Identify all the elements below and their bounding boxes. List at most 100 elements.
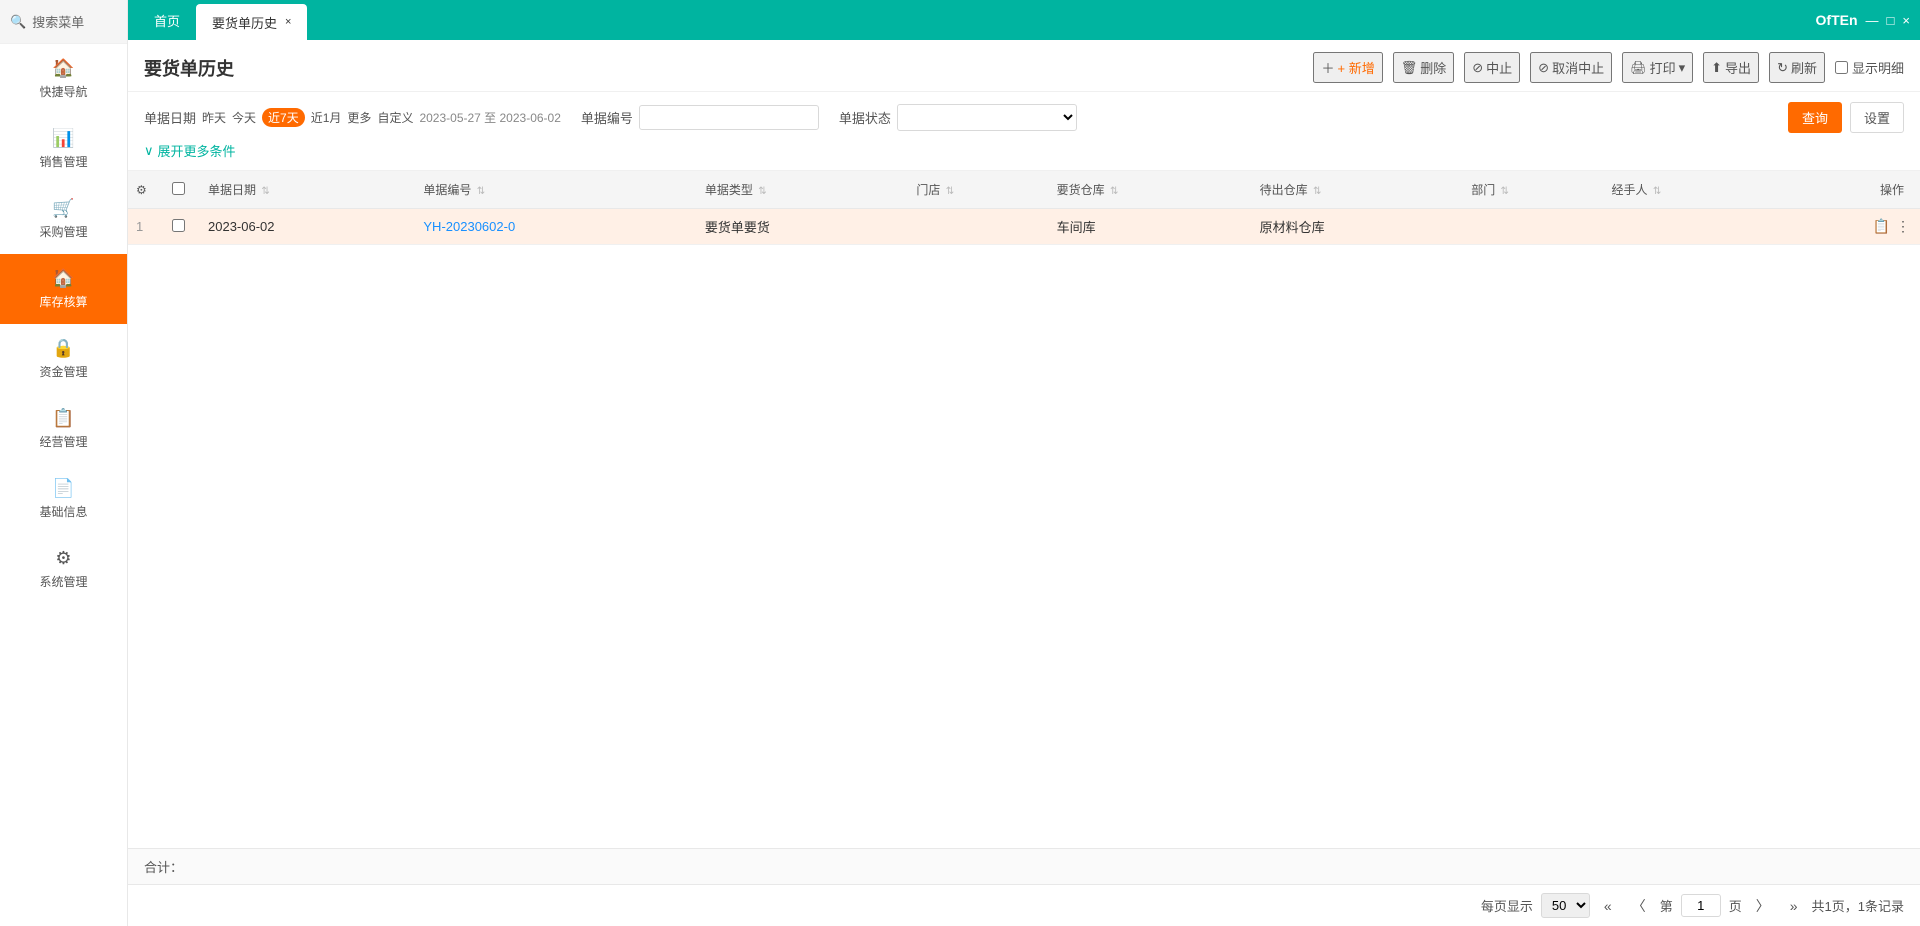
- col-doc-type[interactable]: 单据类型 ⇅: [697, 171, 909, 209]
- delete-button[interactable]: 🗑 删除: [1393, 52, 1455, 83]
- pagination: 每页显示 50 « 〈 第 1 页 〉 » 共1页，1条记录: [128, 884, 1920, 926]
- page-suffix: 页: [1729, 896, 1742, 915]
- export-icon: ⬆: [1711, 60, 1722, 76]
- summary-label: 合计：: [144, 860, 183, 875]
- shortcut-yesterday[interactable]: 昨天: [202, 109, 226, 126]
- col-actions: 操作: [1775, 171, 1920, 209]
- home-icon: 🏠: [52, 58, 74, 79]
- sidebar-item-label: 采购管理: [39, 223, 87, 240]
- per-page-select[interactable]: 50: [1541, 893, 1590, 918]
- col-pending-warehouse[interactable]: 待出仓库 ⇅: [1252, 171, 1464, 209]
- next-page-btn[interactable]: 〉: [1750, 894, 1776, 918]
- data-table: ⚙ 单据日期 ⇅ 单据编号 ⇅: [128, 171, 1920, 245]
- col-handler[interactable]: 经手人 ⇅: [1604, 171, 1776, 209]
- row-doc-no: YH-20230602-0: [415, 209, 696, 245]
- shortcut-custom[interactable]: 自定义: [377, 109, 413, 126]
- print-button[interactable]: 🖨 打印 ▾: [1622, 52, 1693, 83]
- sidebar-item-inventory[interactable]: 🏠 库存核算: [0, 254, 127, 324]
- cart-icon: 🛒: [52, 198, 74, 219]
- date-filter-item: 单据日期 昨天 今天 近7天 近1月 更多 自定义 2023-05-27 至 2…: [144, 108, 561, 127]
- doc-no-label: 单据编号: [581, 108, 633, 127]
- page-title: 要货单历史: [144, 55, 234, 81]
- search-icon: 🔍: [10, 14, 26, 30]
- docstatus-filter-item: 单据状态: [839, 104, 1077, 131]
- sidebar-item-label: 资金管理: [39, 363, 87, 380]
- shortcut-more[interactable]: 更多: [347, 109, 371, 126]
- row-actions-cell: 📋 ⋮: [1775, 209, 1920, 245]
- sidebar: 🔍 搜索菜单 🏠 快捷导航 📊 销售管理 🛒 采购管理 🏠 库存核算 🔒 资金管…: [0, 0, 128, 926]
- filter-row: 单据日期 昨天 今天 近7天 近1月 更多 自定义 2023-05-27 至 2…: [144, 102, 1904, 133]
- sidebar-item-basic-info[interactable]: 📄 基础信息: [0, 464, 127, 534]
- cancel-stop-icon: ⊘: [1538, 60, 1549, 76]
- doc-no-input[interactable]: [639, 105, 819, 130]
- sort-icon-doc-date: ⇅: [261, 186, 269, 197]
- sidebar-item-label: 快捷导航: [39, 83, 87, 100]
- print-icon: 🖨: [1630, 60, 1647, 76]
- sidebar-item-finance-mgmt[interactable]: 🔒 资金管理: [0, 324, 127, 394]
- last-page-btn[interactable]: »: [1784, 896, 1804, 916]
- doc-no-link[interactable]: YH-20230602-0: [423, 219, 515, 234]
- prev-page-btn[interactable]: 〈: [1626, 894, 1652, 918]
- col-req-warehouse[interactable]: 要货仓库 ⇅: [1049, 171, 1252, 209]
- doc-date-label: 单据日期: [144, 108, 196, 127]
- page-number-input[interactable]: 1: [1681, 894, 1721, 917]
- new-button[interactable]: ＋ + 新增: [1313, 52, 1382, 83]
- display-detail-toggle[interactable]: 显示明细: [1835, 58, 1904, 77]
- query-button[interactable]: 查询: [1788, 102, 1842, 133]
- sort-icon-pending-warehouse: ⇅: [1313, 186, 1321, 197]
- sidebar-item-sales-mgmt[interactable]: 📊 销售管理: [0, 114, 127, 184]
- shortcut-1month[interactable]: 近1月: [311, 109, 342, 126]
- plus-icon: ＋: [1321, 58, 1334, 77]
- filter-area: 单据日期 昨天 今天 近7天 近1月 更多 自定义 2023-05-27 至 2…: [128, 92, 1920, 171]
- col-store[interactable]: 门店 ⇅: [908, 171, 1048, 209]
- sidebar-item-sys-mgmt[interactable]: ⚙ 系统管理: [0, 534, 127, 604]
- row-store: [908, 209, 1048, 245]
- sort-icon-req-warehouse: ⇅: [1110, 186, 1118, 197]
- table-row: 1 2023-06-02 YH-20230602-0 要货单要货 车间: [128, 209, 1920, 245]
- total-info: 共1页，1条记录: [1812, 896, 1904, 915]
- shortcut-today[interactable]: 今天: [232, 109, 256, 126]
- expand-more-btn[interactable]: ∨ 展开更多条件: [144, 141, 1904, 160]
- select-all-checkbox[interactable]: [172, 182, 185, 195]
- row-edit-btn[interactable]: 📋: [1873, 218, 1890, 235]
- display-detail-checkbox[interactable]: [1835, 61, 1848, 74]
- sidebar-item-label: 销售管理: [39, 153, 87, 170]
- col-department[interactable]: 部门 ⇅: [1463, 171, 1603, 209]
- row-more-btn[interactable]: ⋮: [1896, 218, 1910, 235]
- brand-label: OfTEn: [1816, 12, 1858, 28]
- first-page-btn[interactable]: «: [1598, 896, 1618, 916]
- doc-icon: 📄: [52, 478, 74, 499]
- col-settings[interactable]: ⚙: [128, 171, 164, 209]
- sort-icon-doc-no: ⇅: [477, 186, 485, 197]
- shortcut-7days[interactable]: 近7天: [262, 108, 305, 127]
- sidebar-search[interactable]: 🔍 搜索菜单: [0, 0, 127, 44]
- tab-active-label: 要货单历史: [212, 13, 277, 32]
- stop-button[interactable]: ⊘ 中止: [1464, 52, 1520, 83]
- ops-icon: 📋: [52, 408, 74, 429]
- cancel-stop-button[interactable]: ⊘ 取消中止: [1530, 52, 1612, 83]
- gear-icon: ⚙: [55, 548, 71, 569]
- window-minimize-btn[interactable]: —: [1866, 13, 1879, 28]
- settings-button[interactable]: 设置: [1850, 102, 1904, 133]
- export-button[interactable]: ⬆ 导出: [1703, 52, 1759, 83]
- row-pending-warehouse: 原材料仓库: [1252, 209, 1464, 245]
- chevron-down-icon: ∨: [144, 143, 154, 159]
- refresh-button[interactable]: ↻ 刷新: [1769, 52, 1825, 83]
- tab-active[interactable]: 要货单历史 ×: [196, 4, 307, 40]
- sidebar-item-purchase-mgmt[interactable]: 🛒 采购管理: [0, 184, 127, 254]
- row-handler: [1604, 209, 1776, 245]
- lock-icon: 🔒: [52, 338, 74, 359]
- row-department: [1463, 209, 1603, 245]
- window-close-btn[interactable]: ×: [1902, 13, 1910, 28]
- doc-status-select[interactable]: [897, 104, 1077, 131]
- per-page-label: 每页显示: [1481, 896, 1533, 915]
- sidebar-item-quick-nav[interactable]: 🏠 快捷导航: [0, 44, 127, 114]
- sidebar-item-ops-mgmt[interactable]: 📋 经营管理: [0, 394, 127, 464]
- tab-home[interactable]: 首页: [138, 0, 196, 40]
- stop-icon: ⊘: [1472, 60, 1483, 76]
- tab-close-icon[interactable]: ×: [285, 16, 291, 28]
- window-maximize-btn[interactable]: □: [1887, 13, 1895, 28]
- col-doc-no[interactable]: 单据编号 ⇅: [415, 171, 696, 209]
- row-checkbox[interactable]: [172, 219, 185, 232]
- col-doc-date[interactable]: 单据日期 ⇅: [200, 171, 415, 209]
